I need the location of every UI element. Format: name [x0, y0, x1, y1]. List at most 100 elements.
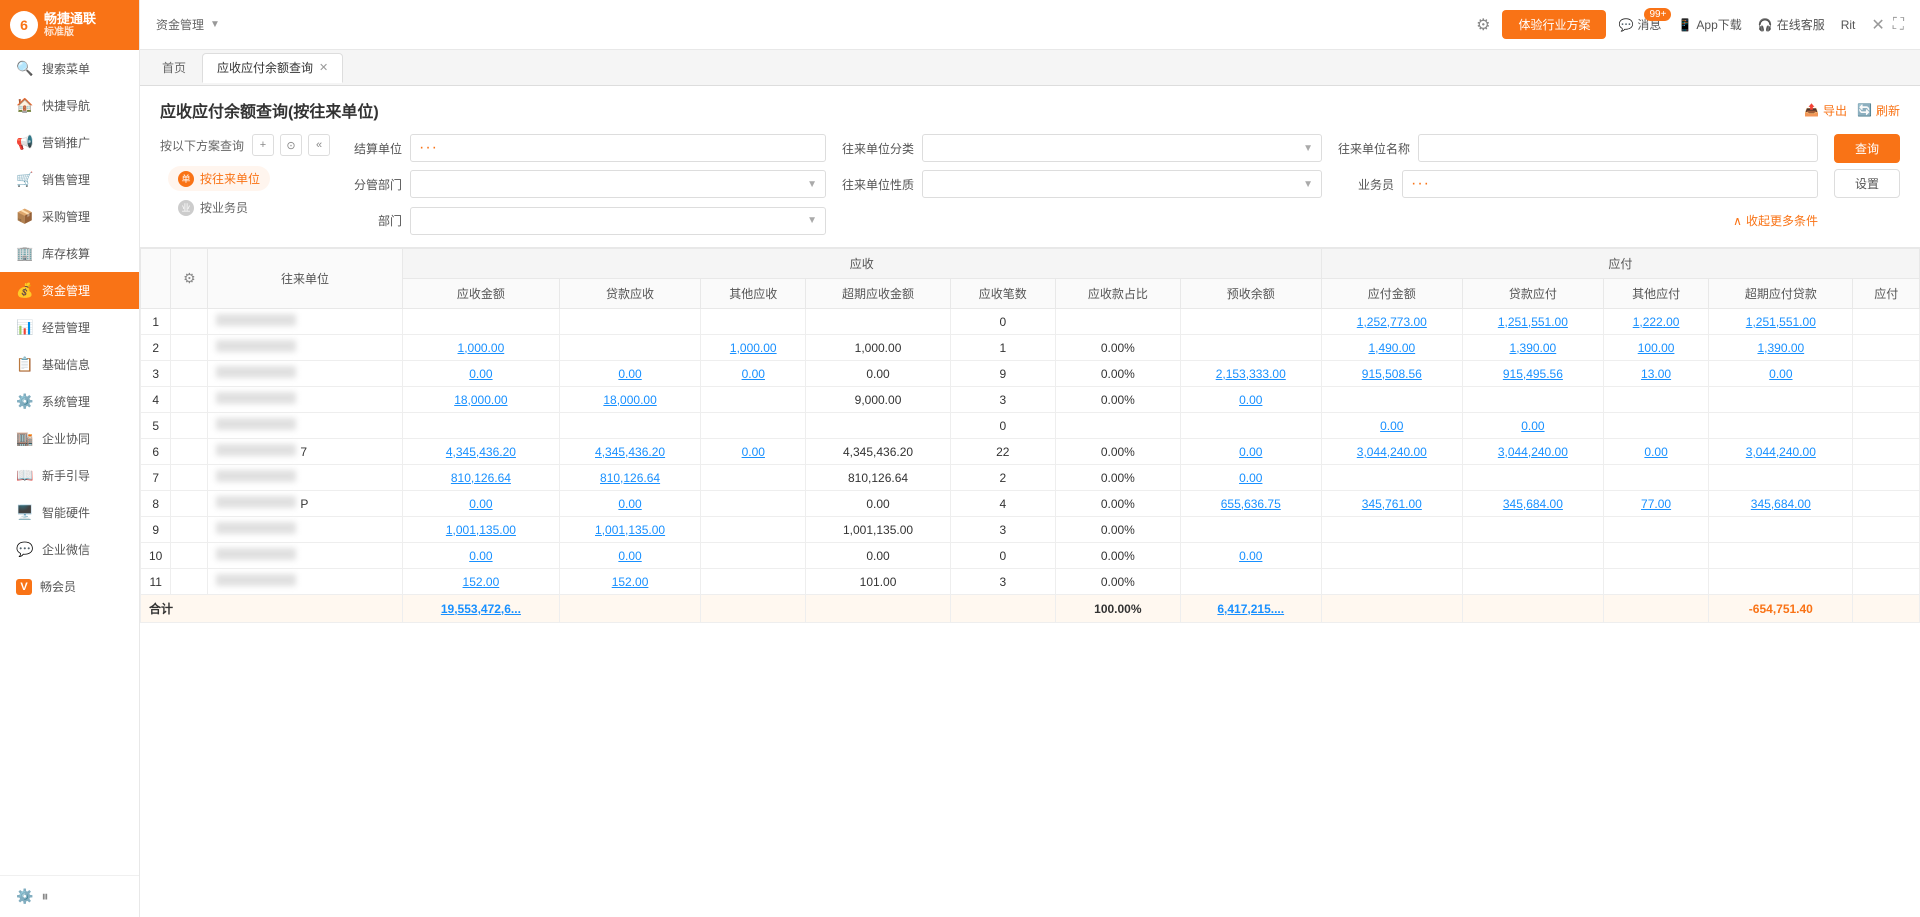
cell-other-payable[interactable]: 1,222.00: [1603, 309, 1708, 335]
topnav-gear-icon[interactable]: ⚙: [1476, 15, 1490, 35]
cell-payable-amount[interactable]: 1,252,773.00: [1321, 309, 1462, 335]
cell-other-payable[interactable]: 77.00: [1603, 491, 1708, 517]
cell-other-payable[interactable]: 100.00: [1603, 335, 1708, 361]
cell-loan-receivable[interactable]: 0.00: [560, 361, 701, 387]
sidebar-item-wechat[interactable]: 💬 企业微信: [0, 531, 139, 568]
cell-overdue-payable[interactable]: 0.00: [1709, 361, 1853, 387]
sidebar-item-operations[interactable]: 📊 经营管理: [0, 309, 139, 346]
cell-payable-amount[interactable]: 3,044,240.00: [1321, 439, 1462, 465]
cell-loan-payable[interactable]: 1,390.00: [1462, 335, 1603, 361]
cell-receivable-amount[interactable]: 0.00: [402, 491, 559, 517]
cell-overdue-payable[interactable]: 3,044,240.00: [1709, 439, 1853, 465]
cell-prepayment[interactable]: 0.00: [1180, 465, 1321, 491]
app-download-button[interactable]: 📱 App下载: [1677, 16, 1741, 33]
cell-loan-payable[interactable]: 345,684.00: [1462, 491, 1603, 517]
cell-loan-receivable[interactable]: 1,001,135.00: [560, 517, 701, 543]
window-maximize-icon[interactable]: ⛶: [1893, 16, 1904, 34]
sidebar-item-member[interactable]: V 畅会员: [0, 568, 139, 605]
cell-prepayment[interactable]: 2,153,333.00: [1180, 361, 1321, 387]
cell-receivable-amount[interactable]: 1,000.00: [402, 335, 559, 361]
add-icon[interactable]: +: [252, 134, 274, 156]
sidebar-item-nav[interactable]: 🏠 快捷导航: [0, 87, 139, 124]
cell-loan-receivable[interactable]: 4,345,436.20: [560, 439, 701, 465]
settlement-unit-input[interactable]: ···: [410, 134, 826, 162]
collapse-button[interactable]: ∧ 收起更多条件: [1733, 206, 1818, 235]
cell-loan-payable[interactable]: 0.00: [1462, 413, 1603, 439]
cell-other-payable[interactable]: 0.00: [1603, 439, 1708, 465]
dept-manage-input[interactable]: ▼: [410, 170, 826, 198]
tab-balance-query[interactable]: 应收应付余额查询 ✕: [202, 53, 343, 83]
sidebar-item-system[interactable]: ⚙️ 系统管理: [0, 383, 139, 420]
cell-other-receivable[interactable]: 0.00: [701, 361, 806, 387]
pause-icon[interactable]: ⏸: [41, 888, 48, 905]
cell-loan-payable[interactable]: 1,251,551.00: [1462, 309, 1603, 335]
window-close-icon[interactable]: ✕: [1871, 15, 1884, 35]
cell-receivable-amount[interactable]: 0.00: [402, 543, 559, 569]
total-receivable-amount[interactable]: 19,553,472,6...: [402, 595, 559, 623]
sidebar-item-marketing[interactable]: 📢 营销推广: [0, 124, 139, 161]
sidebar-item-finance[interactable]: 💰 资金管理: [0, 272, 139, 309]
cell-loan-receivable[interactable]: 810,126.64: [560, 465, 701, 491]
settings-icon[interactable]: ⚙️: [16, 888, 33, 905]
scheme-by-unit[interactable]: 单 按往来单位: [168, 166, 270, 191]
promo-button[interactable]: 体验行业方案: [1502, 10, 1606, 39]
salesperson-input[interactable]: ···: [1402, 170, 1818, 198]
tab-close-icon[interactable]: ✕: [319, 61, 328, 74]
cell-prepayment[interactable]: 0.00: [1180, 543, 1321, 569]
sidebar-item-search[interactable]: 🔍 搜索菜单: [0, 50, 139, 87]
cell-other-receivable[interactable]: 0.00: [701, 439, 806, 465]
sidebar-item-basic[interactable]: 📋 基础信息: [0, 346, 139, 383]
cell-overdue-payable[interactable]: 1,251,551.00: [1709, 309, 1853, 335]
sidebar-item-purchase[interactable]: 📦 采购管理: [0, 198, 139, 235]
message-button[interactable]: 💬 消息 99+: [1618, 16, 1661, 33]
cell-overdue-payable[interactable]: 345,684.00: [1709, 491, 1853, 517]
cell-overdue-receivable: 9,000.00: [806, 387, 950, 413]
cell-overdue-payable: [1709, 543, 1853, 569]
cell-receivable-amount[interactable]: 152.00: [402, 569, 559, 595]
tab-home[interactable]: 首页: [148, 53, 200, 83]
cell-payable-amount[interactable]: 1,490.00: [1321, 335, 1462, 361]
export-button[interactable]: 📤 导出: [1804, 102, 1847, 119]
cell-payable-amount[interactable]: 0.00: [1321, 413, 1462, 439]
cell-payable-amount[interactable]: 915,508.56: [1321, 361, 1462, 387]
cell-receivable-amount[interactable]: 4,345,436.20: [402, 439, 559, 465]
query-button[interactable]: 查询: [1834, 134, 1900, 163]
cell-loan-receivable[interactable]: 0.00: [560, 543, 701, 569]
cell-other-receivable[interactable]: 1,000.00: [701, 335, 806, 361]
user-menu[interactable]: Rit: [1841, 18, 1856, 32]
cell-loan-receivable[interactable]: 18,000.00: [560, 387, 701, 413]
sidebar-item-inventory[interactable]: 🏢 库存核算: [0, 235, 139, 272]
cell-partner: [208, 413, 402, 439]
cell-receivable-amount[interactable]: 1,001,135.00: [402, 517, 559, 543]
cell-loan-payable[interactable]: 915,495.56: [1462, 361, 1603, 387]
unit-nature-input[interactable]: ▼: [922, 170, 1322, 198]
cell-prepayment[interactable]: 655,636.75: [1180, 491, 1321, 517]
breadcrumb-dropdown-icon[interactable]: ▼: [210, 19, 220, 30]
service-button[interactable]: 🎧 在线客服: [1758, 16, 1825, 33]
cell-overdue-payable[interactable]: 1,390.00: [1709, 335, 1853, 361]
total-prepayment[interactable]: 6,417,215....: [1180, 595, 1321, 623]
settings-button[interactable]: 设置: [1834, 169, 1900, 198]
cell-receivable-amount[interactable]: 810,126.64: [402, 465, 559, 491]
cell-prepayment[interactable]: 0.00: [1180, 387, 1321, 413]
refresh-button[interactable]: 🔄 刷新: [1857, 102, 1900, 119]
cell-receivable-amount[interactable]: 0.00: [402, 361, 559, 387]
dept-input[interactable]: ▼: [410, 207, 826, 235]
cell-prepayment[interactable]: 0.00: [1180, 439, 1321, 465]
cell-payable-amount[interactable]: 345,761.00: [1321, 491, 1462, 517]
cell-other-payable[interactable]: 13.00: [1603, 361, 1708, 387]
collapse-icon[interactable]: «: [308, 134, 330, 156]
cell-loan-payable[interactable]: 3,044,240.00: [1462, 439, 1603, 465]
cell-loan-receivable[interactable]: 152.00: [560, 569, 701, 595]
sidebar-item-guide[interactable]: 📖 新手引导: [0, 457, 139, 494]
unit-name-input[interactable]: [1418, 134, 1818, 162]
scheme-by-staff[interactable]: 业 按业务员: [168, 195, 270, 220]
sidebar-item-enterprise[interactable]: 🏬 企业协同: [0, 420, 139, 457]
table-settings-icon[interactable]: ⚙: [179, 269, 199, 289]
cell-receivable-amount[interactable]: 18,000.00: [402, 387, 559, 413]
sidebar-item-sales[interactable]: 🛒 销售管理: [0, 161, 139, 198]
unit-category-input[interactable]: ▼: [922, 134, 1322, 162]
sidebar-item-hardware[interactable]: 🖥️ 智能硬件: [0, 494, 139, 531]
settings2-icon[interactable]: ⊙: [280, 134, 302, 156]
cell-loan-receivable[interactable]: 0.00: [560, 491, 701, 517]
